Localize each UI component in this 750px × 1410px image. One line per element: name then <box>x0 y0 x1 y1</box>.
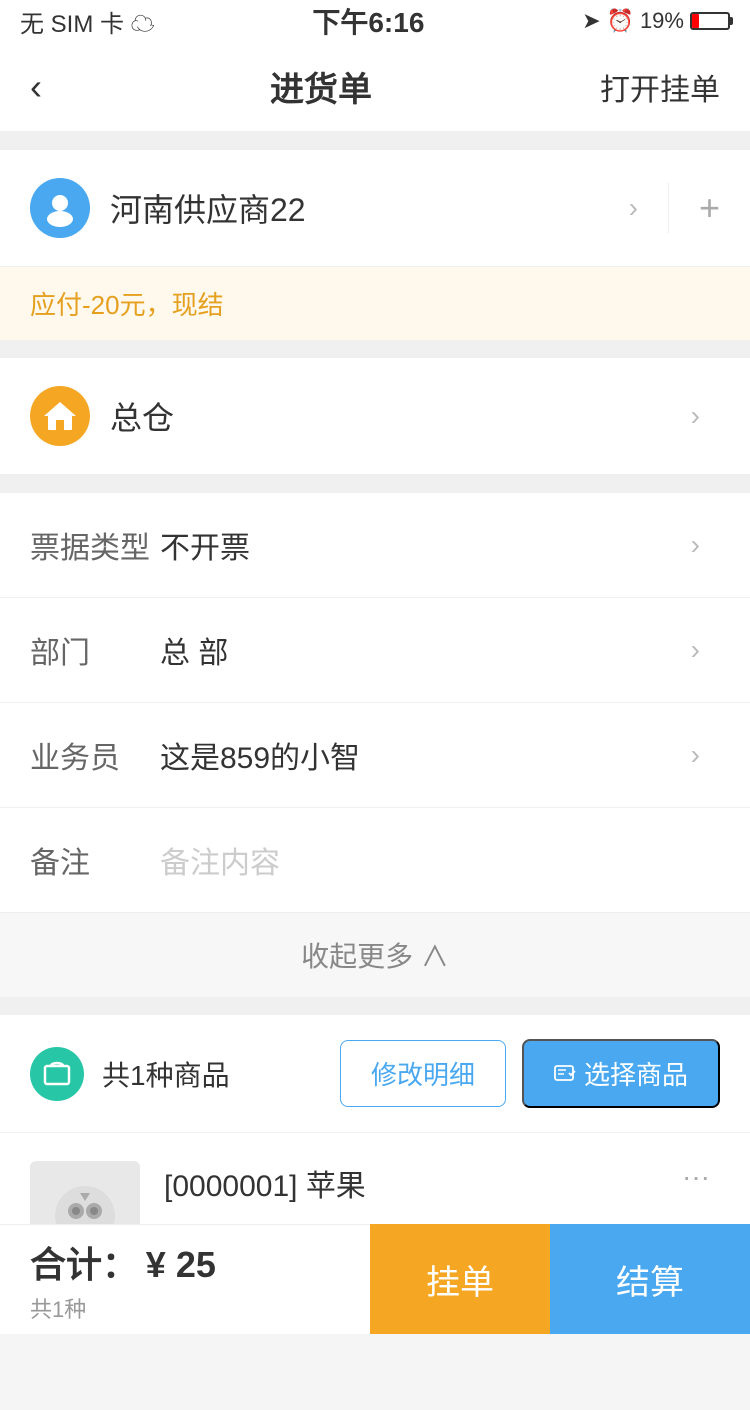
vertical-divider <box>668 183 669 233</box>
edit-detail-button[interactable]: 修改明细 <box>340 1040 506 1107</box>
product-more-button[interactable]: ··· <box>672 1161 720 1193</box>
form-section: 票据类型 不开票 › 部门 总 部 › 业务员 这是859的小智 › 备注 备注… <box>0 492 750 997</box>
sales-label: 业务员 <box>30 733 160 777</box>
select-product-label: 选择商品 <box>584 1055 688 1092</box>
warehouse-row[interactable]: 总仓 › <box>0 358 750 474</box>
status-right: ➤ ⏰ 19% <box>582 8 730 34</box>
top-divider <box>0 132 750 150</box>
pending-button[interactable]: 挂单 <box>370 1224 550 1334</box>
invoice-row[interactable]: 票据类型 不开票 › <box>0 492 750 597</box>
warehouse-icon <box>30 386 90 446</box>
invoice-value: 不开票 <box>160 523 691 567</box>
supplier-row: 河南供应商22 › + <box>0 150 750 267</box>
warehouse-chevron-icon: › <box>691 400 700 432</box>
status-time: 下午6:16 <box>312 1 424 41</box>
dept-chevron-icon: › <box>691 634 700 666</box>
total-label: 合计： <box>30 1244 138 1285</box>
sales-row[interactable]: 业务员 这是859的小智 › <box>0 702 750 807</box>
product-section-icon <box>30 1047 84 1101</box>
sim-label: 无 SIM 卡 ☁ <box>20 4 155 39</box>
remark-input[interactable]: 备注内容 <box>160 838 720 882</box>
supplier-chevron-icon: › <box>629 192 638 224</box>
warehouse-name: 总仓 <box>110 393 691 439</box>
total-line1: 合计： ¥ 25 <box>30 1236 340 1288</box>
supplier-section: 河南供应商22 › + 应付-20元，现结 <box>0 150 750 340</box>
invoice-chevron-icon: › <box>691 529 700 561</box>
bottom-bar: 合计： ¥ 25 共1种 挂单 结算 <box>0 1224 750 1334</box>
sales-chevron-icon: › <box>691 739 700 771</box>
product-header: 共1种商品 修改明细 选择商品 <box>0 997 750 1133</box>
divider-1 <box>0 340 750 358</box>
invoice-label: 票据类型 <box>30 523 160 567</box>
product-code: [0000001] <box>164 1170 297 1203</box>
collapse-label: 收起更多 ∧ <box>301 941 449 972</box>
warning-bar: 应付-20元，现结 <box>0 267 750 340</box>
product-title: 苹果 <box>306 1170 366 1203</box>
add-supplier-button[interactable]: + <box>679 187 720 229</box>
status-bar: 无 SIM 卡 ☁ 下午6:16 ➤ ⏰ 19% <box>0 0 750 42</box>
house-icon <box>42 398 78 434</box>
sales-value: 这是859的小智 <box>160 733 691 777</box>
supplier-avatar <box>30 178 90 238</box>
nav-bar: ‹ 进货单 打开挂单 <box>0 42 750 132</box>
remark-row[interactable]: 备注 备注内容 <box>0 807 750 912</box>
divider-2 <box>0 474 750 492</box>
total-amount: ¥ 25 <box>146 1244 216 1285</box>
battery-icon <box>690 12 730 30</box>
select-product-button[interactable]: 选择商品 <box>522 1039 720 1108</box>
open-pending-button[interactable]: 打开挂单 <box>600 65 720 109</box>
location-icon: ➤ <box>582 8 600 34</box>
select-product-icon <box>554 1063 576 1085</box>
dept-label: 部门 <box>30 628 160 672</box>
collapse-bar[interactable]: 收起更多 ∧ <box>0 912 750 997</box>
dept-value: 总 部 <box>160 628 691 672</box>
supplier-name[interactable]: 河南供应商22 <box>110 185 629 231</box>
status-left: 无 SIM 卡 ☁ <box>20 4 155 39</box>
warehouse-section: 总仓 › <box>0 358 750 474</box>
total-section: 合计： ¥ 25 共1种 <box>0 1224 370 1334</box>
product-name: [0000001] 苹果 <box>164 1161 672 1205</box>
alarm-icon: ⏰ <box>607 8 634 34</box>
remark-label: 备注 <box>30 838 160 882</box>
user-icon <box>41 189 79 227</box>
cart-icon <box>41 1058 73 1090</box>
battery-label: 19% <box>640 8 684 34</box>
page-title: 进货单 <box>270 62 372 111</box>
warning-text: 应付-20元，现结 <box>30 290 224 320</box>
dept-row[interactable]: 部门 总 部 › <box>0 597 750 702</box>
checkout-button[interactable]: 结算 <box>550 1224 750 1334</box>
back-button[interactable]: ‹ <box>30 66 42 108</box>
total-count: 共1种 <box>30 1292 340 1324</box>
product-count: 共1种商品 <box>102 1054 340 1094</box>
